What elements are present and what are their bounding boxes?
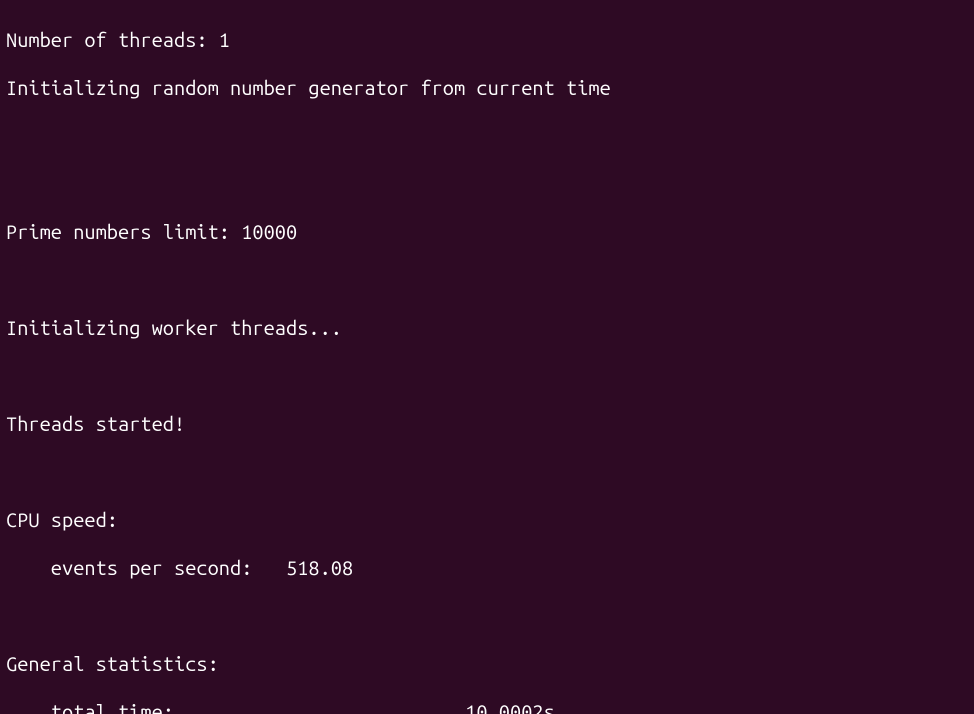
terminal-output[interactable]: Number of threads: 1 Initializing random…: [0, 0, 974, 714]
output-line: [6, 268, 968, 292]
output-line: Threads started!: [6, 412, 968, 436]
output-line: Number of threads: 1: [6, 28, 968, 52]
output-line: Initializing random number generator fro…: [6, 76, 968, 100]
output-line: Prime numbers limit: 10000: [6, 220, 968, 244]
output-line: General statistics:: [6, 652, 968, 676]
output-line: Initializing worker threads...: [6, 316, 968, 340]
output-line: [6, 364, 968, 388]
output-line: [6, 460, 968, 484]
output-line: [6, 124, 968, 148]
output-line: [6, 604, 968, 628]
output-line: events per second: 518.08: [6, 556, 968, 580]
output-line: total time: 10.0002s: [6, 700, 968, 714]
output-line: [6, 172, 968, 196]
output-line: CPU speed:: [6, 508, 968, 532]
